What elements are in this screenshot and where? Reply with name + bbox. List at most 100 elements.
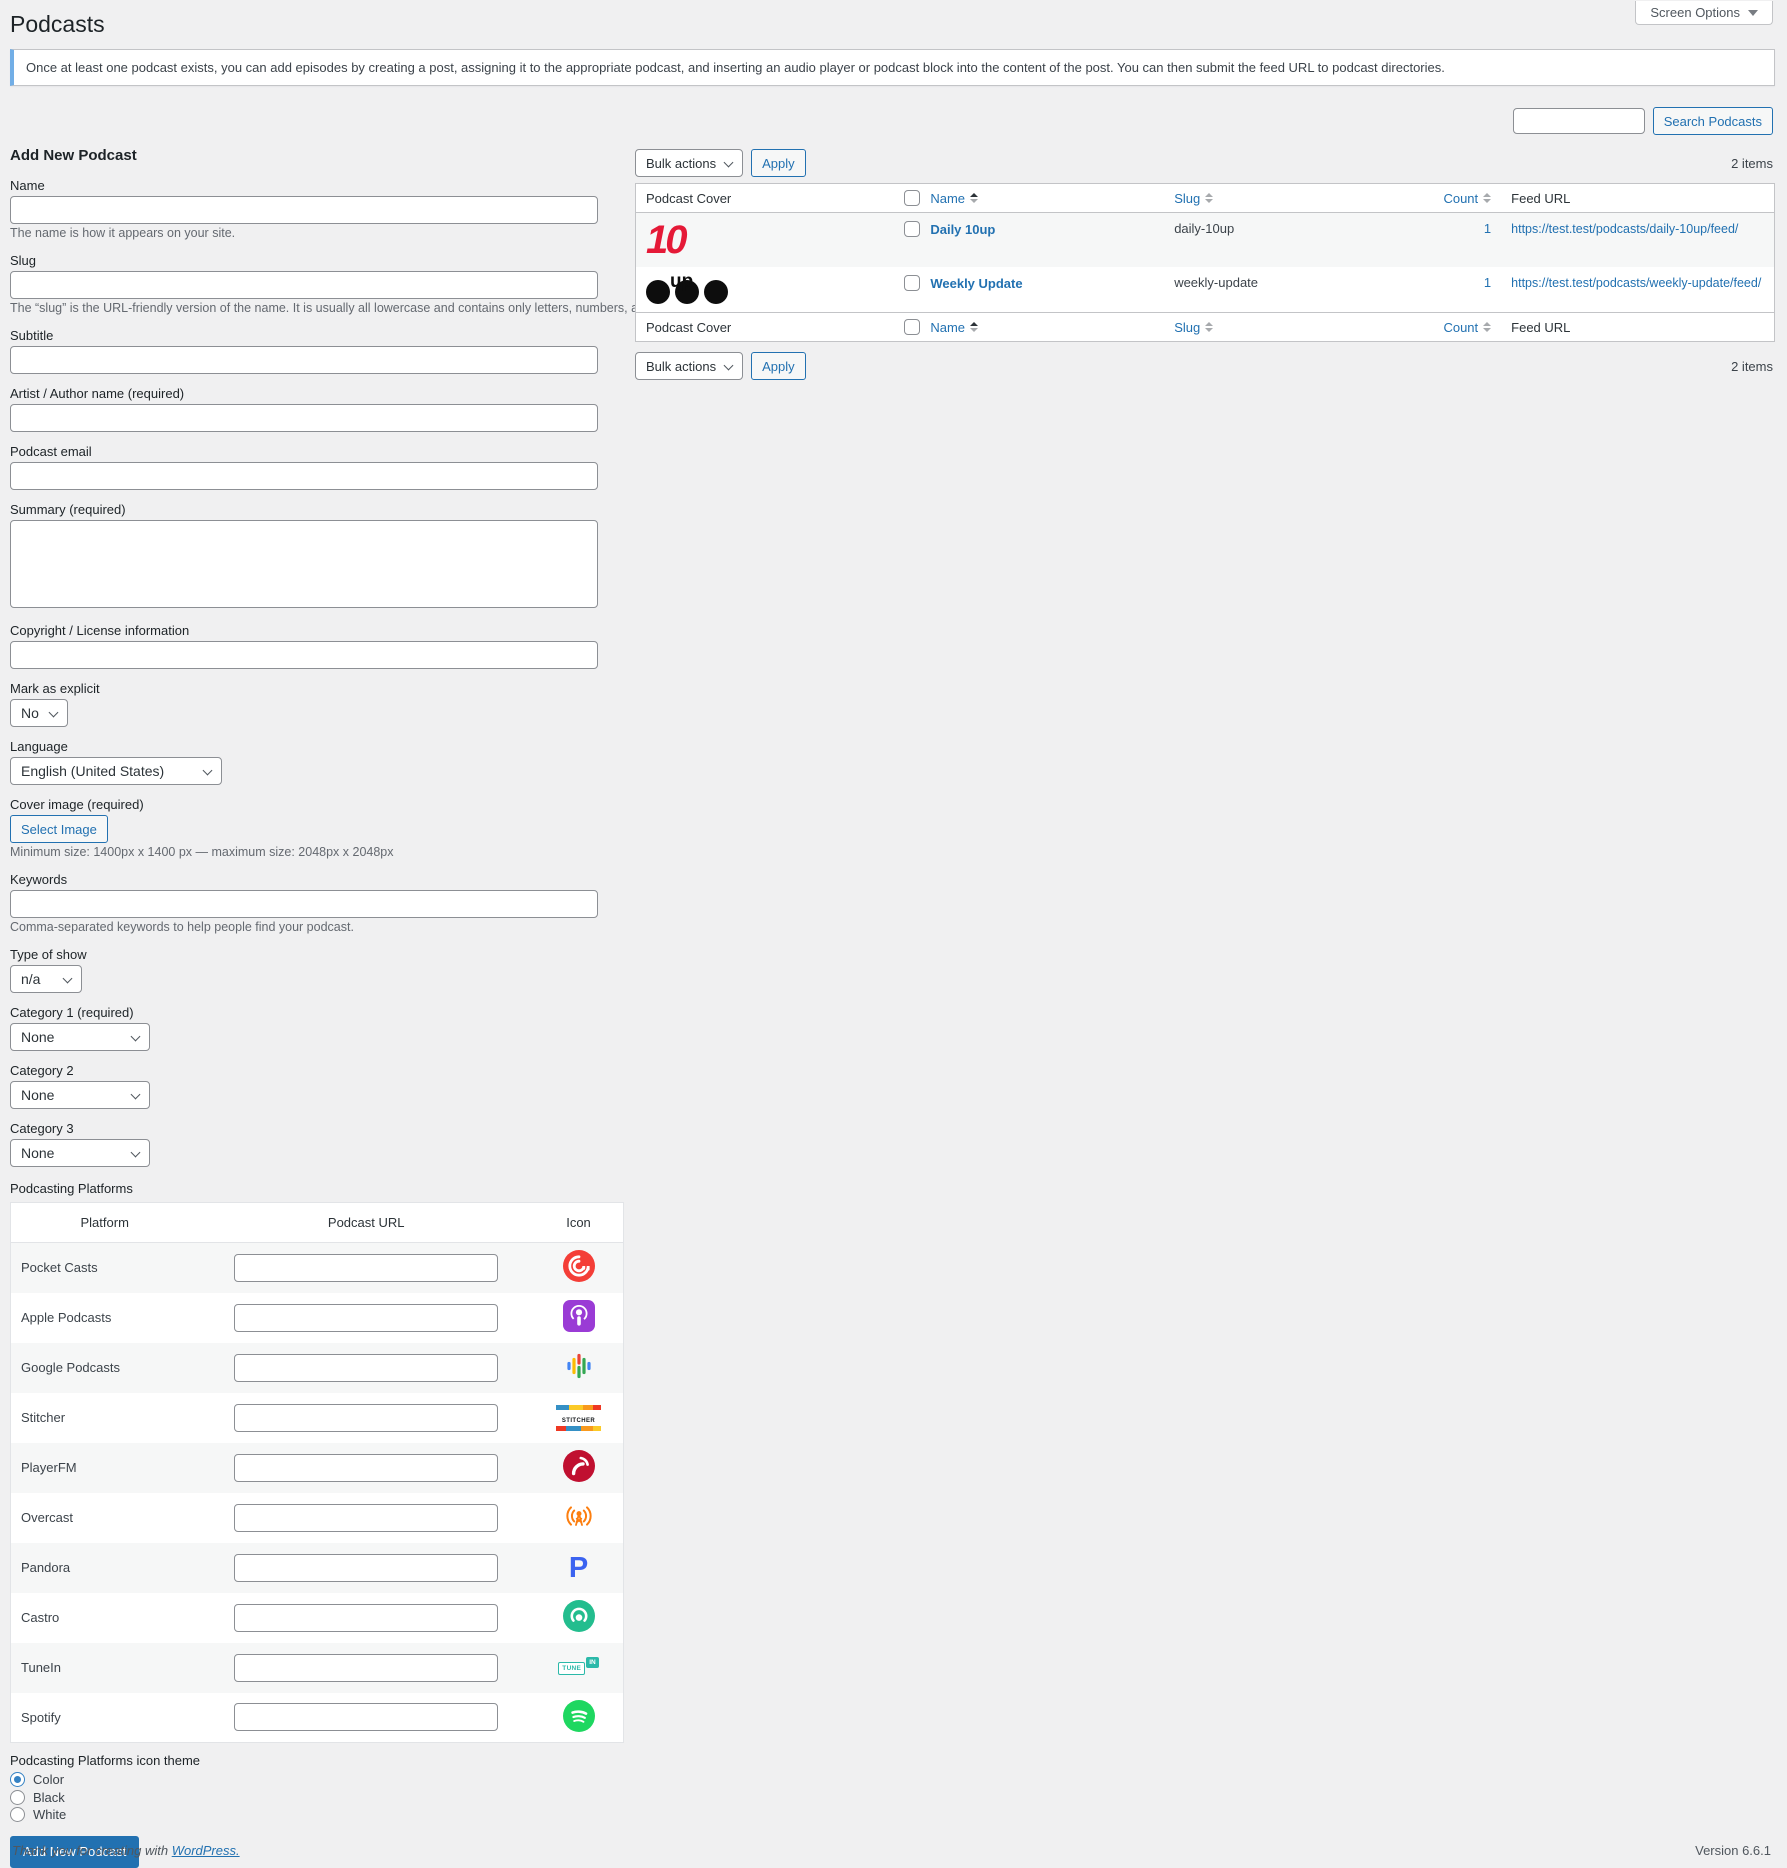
- podcast-slug: weekly-update: [1174, 275, 1259, 290]
- icon-theme-option-black: Black: [10, 1789, 624, 1807]
- icon-theme-option-color: Color: [10, 1771, 624, 1789]
- spotify-url-input[interactable]: [234, 1703, 499, 1732]
- bulk-actions-selected-value: Bulk actions: [646, 358, 717, 374]
- sort-arrows-icon: [970, 193, 979, 203]
- keywords-input[interactable]: [10, 890, 598, 918]
- bulk-actions-select[interactable]: Bulk actions: [635, 352, 744, 380]
- platforms-col-platform: Platform: [10, 1202, 199, 1243]
- slug-field: Slug The “slug” is the URL-friendly vers…: [10, 253, 707, 316]
- podcast-feed-url-link[interactable]: https://test.test/podcasts/weekly-update…: [1511, 276, 1761, 290]
- podcast-name-link[interactable]: Weekly Update: [930, 276, 1022, 291]
- platforms-table: Platform Podcast URL Icon Pocket Casts A…: [10, 1202, 624, 1743]
- apply-button[interactable]: Apply: [751, 149, 806, 177]
- platform-name: Apple Podcasts: [21, 1310, 112, 1325]
- platforms-label: Podcasting Platforms: [10, 1181, 133, 1196]
- podcast-list-panel: Search Podcasts Bulk actions Apply 2 ite…: [635, 101, 1775, 380]
- spotify-icon: [562, 1699, 595, 1735]
- platform-name: PlayerFM: [10, 1442, 199, 1493]
- page-title: Podcasts: [10, 11, 105, 37]
- explicit-select[interactable]: No: [10, 699, 68, 727]
- tunein-url-input[interactable]: [234, 1653, 499, 1682]
- castro-url-input[interactable]: [234, 1603, 499, 1632]
- cover-image-field: Cover image (required) Select Image Mini…: [10, 797, 624, 860]
- sort-by-slug-link[interactable]: Slug: [1174, 191, 1214, 206]
- select-row-checkbox[interactable]: [904, 275, 921, 291]
- name-input[interactable]: [10, 196, 598, 224]
- summary-textarea[interactable]: [10, 520, 598, 608]
- podcasts-admin-page: Screen Options Podcasts Once at least on…: [0, 0, 1787, 1868]
- platform-name: Overcast: [21, 1510, 74, 1525]
- podcast-name-link[interactable]: Daily 10up: [930, 222, 995, 237]
- artist-field: Artist / Author name (required): [10, 386, 624, 432]
- artist-input[interactable]: [10, 404, 598, 432]
- white-radio[interactable]: [10, 1807, 25, 1823]
- category1-label: Category 1 (required): [10, 1005, 134, 1020]
- subtitle-input[interactable]: [10, 346, 598, 374]
- apple-podcasts-url-input[interactable]: [234, 1303, 499, 1332]
- search-input[interactable]: [1512, 108, 1645, 134]
- table-row-weekly-update: Weekly Update weekly-update 1 https://te…: [636, 267, 1775, 313]
- category3-field: Category 3 None: [10, 1121, 624, 1167]
- stitcher-url-input[interactable]: [234, 1403, 499, 1432]
- bulk-actions-select[interactable]: Bulk actions: [635, 149, 744, 177]
- color-radio[interactable]: [10, 1772, 25, 1788]
- email-input[interactable]: [10, 462, 598, 490]
- form-heading: Add New Podcast: [10, 147, 137, 164]
- sort-by-count-link[interactable]: Count: [1443, 320, 1492, 335]
- select-all-checkbox[interactable]: [904, 190, 921, 206]
- explicit-field: Mark as explicit No: [10, 681, 624, 727]
- wordpress-link[interactable]: WordPress.: [172, 1843, 240, 1858]
- category2-selected-value: None: [21, 1087, 55, 1103]
- copyright-input[interactable]: [10, 641, 598, 669]
- platform-row-google-podcasts: Google Podcasts: [10, 1342, 624, 1393]
- footer-feed-url: Feed URL: [1501, 312, 1775, 342]
- black-radio[interactable]: [10, 1789, 25, 1805]
- category2-field: Category 2 None: [10, 1063, 624, 1109]
- podcast-feed-url-link[interactable]: https://test.test/podcasts/daily-10up/fe…: [1511, 222, 1738, 236]
- sort-arrows-icon: [1483, 322, 1492, 332]
- sort-by-slug-link[interactable]: Slug: [1174, 320, 1214, 335]
- search-podcasts-button[interactable]: Search Podcasts: [1652, 107, 1773, 135]
- email-field: Podcast email: [10, 444, 624, 490]
- apply-button[interactable]: Apply: [751, 352, 806, 380]
- select-all-checkbox[interactable]: [904, 319, 921, 335]
- sort-by-name-link[interactable]: Name: [930, 320, 979, 335]
- slug-input[interactable]: [10, 271, 598, 299]
- google-podcasts-url-input[interactable]: [234, 1353, 499, 1382]
- podcast-count-link[interactable]: 1: [1484, 221, 1491, 236]
- screen-options-button[interactable]: Screen Options: [1635, 1, 1773, 25]
- platform-name: Pocket Casts: [10, 1242, 199, 1293]
- copyright-field: Copyright / License information: [10, 623, 624, 669]
- sort-by-count-link[interactable]: Count: [1443, 191, 1492, 206]
- overcast-url-input[interactable]: [234, 1503, 499, 1532]
- playerfm-url-input[interactable]: [234, 1453, 499, 1482]
- platform-row-playerfm: PlayerFM: [10, 1442, 624, 1493]
- category1-field: Category 1 (required) None: [10, 1005, 624, 1051]
- content-columns: Add New Podcast Name The name is how it …: [10, 101, 1775, 1868]
- language-select[interactable]: English (United States): [10, 757, 222, 785]
- google-podcasts-icon: [563, 1350, 595, 1385]
- category2-select[interactable]: None: [10, 1081, 150, 1109]
- category3-select[interactable]: None: [10, 1139, 150, 1167]
- footer-thanks: Thank you for creating with WordPress.: [12, 1843, 240, 1858]
- type-of-show-select[interactable]: n/a: [10, 965, 82, 993]
- sort-by-name-link[interactable]: Name: [930, 191, 979, 206]
- pandora-url-input[interactable]: [234, 1553, 499, 1582]
- podcast-count-link[interactable]: 1: [1484, 275, 1491, 290]
- slug-description: The “slug” is the URL-friendly version o…: [10, 301, 707, 315]
- select-row-checkbox[interactable]: [904, 221, 921, 237]
- subtitle-field: Subtitle: [10, 328, 624, 374]
- header-podcast-cover: Podcast Cover: [635, 183, 895, 213]
- notice-banner: Once at least one podcast exists, you ca…: [10, 49, 1775, 86]
- icon-theme-label: Podcasting Platforms icon theme: [10, 1753, 201, 1768]
- platform-name: Pandora: [10, 1542, 199, 1593]
- category1-select[interactable]: None: [10, 1023, 150, 1051]
- summary-field: Summary (required): [10, 502, 624, 611]
- pocket-casts-url-input[interactable]: [234, 1253, 499, 1282]
- platform-name: Google Podcasts: [10, 1342, 199, 1393]
- platform-row-overcast: Overcast: [11, 1493, 624, 1543]
- select-image-button[interactable]: Select Image: [10, 815, 108, 843]
- keywords-label: Keywords: [10, 872, 68, 887]
- bulk-actions-selected-value: Bulk actions: [646, 155, 717, 171]
- category3-selected-value: None: [21, 1145, 55, 1161]
